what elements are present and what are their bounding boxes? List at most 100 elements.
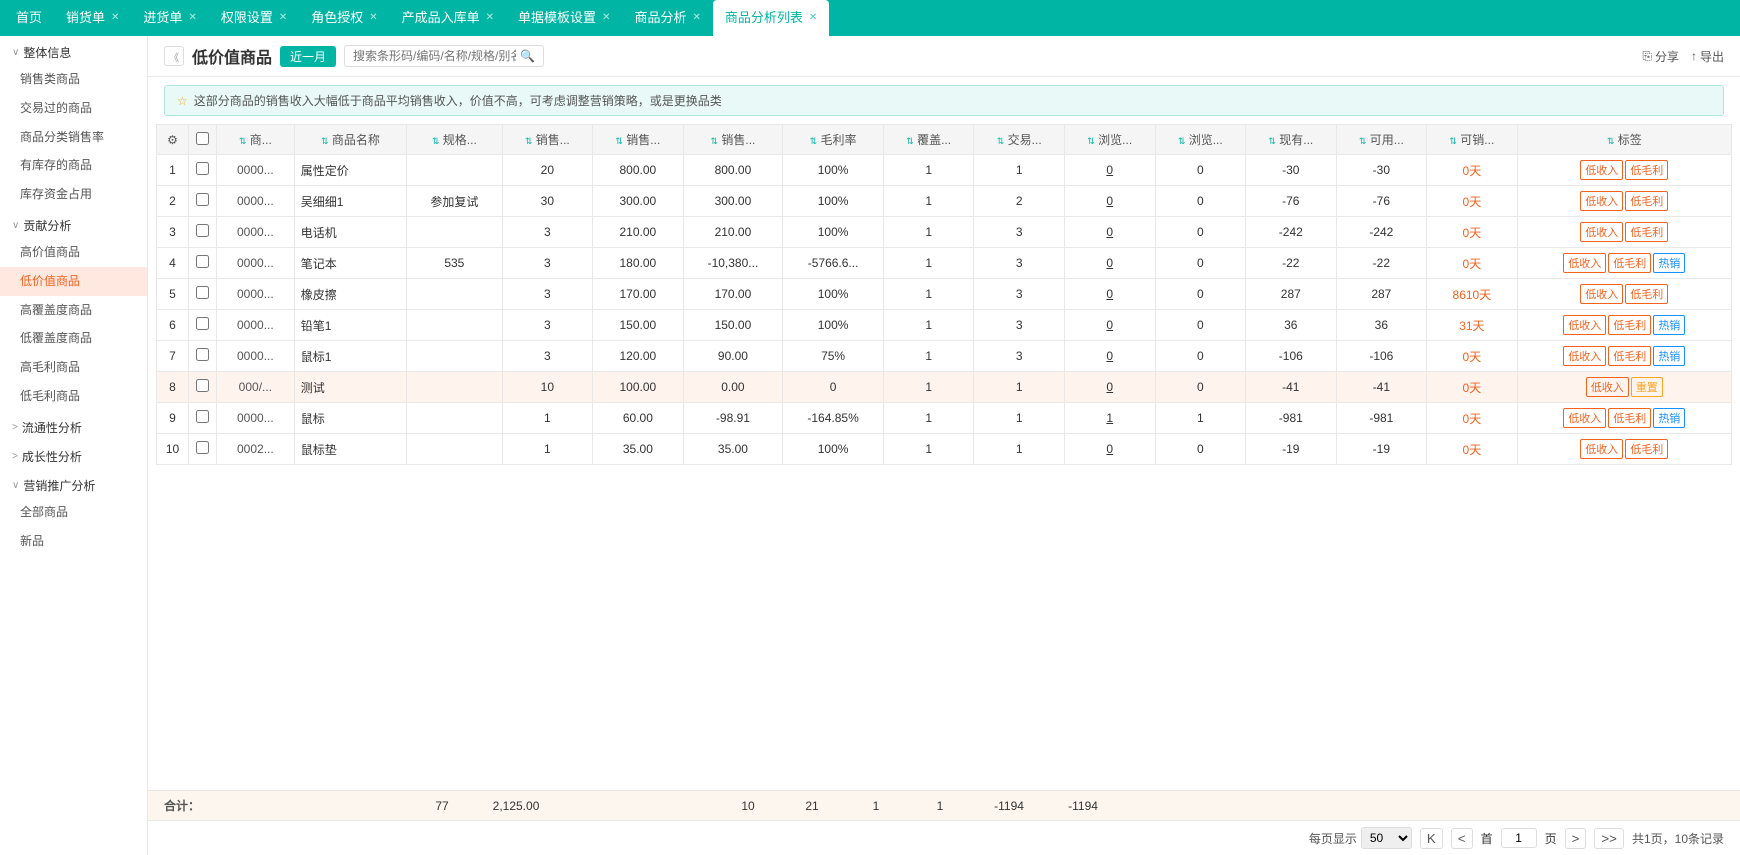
nav-sales[interactable]: 销货单 ✕ [54,0,131,36]
sidebar-item-high-value[interactable]: 高价值商品 [0,238,147,267]
close-icon[interactable]: ✕ [602,0,610,36]
row-checkbox-cell [189,403,217,434]
sidebar-item-high-coverage[interactable]: 高覆盖度商品 [0,296,147,325]
last-page-button[interactable]: >> [1594,828,1624,849]
browse-count1[interactable]: 0 [1064,248,1155,279]
row-checkbox[interactable] [196,317,209,330]
sidebar-item-all-goods[interactable]: 全部商品 [0,498,147,527]
browse-count1[interactable]: 0 [1064,217,1155,248]
row-checkbox[interactable] [196,441,209,454]
product-name: 笔记本 [294,248,406,279]
nav-analysis-list[interactable]: 商品分析列表 ✕ [713,0,829,36]
product-tags: 低收入低毛利 [1517,217,1731,248]
row-checkbox[interactable] [196,348,209,361]
sidebar-group-overall[interactable]: ∨ 整体信息 [0,36,147,65]
sidebar-group-marketing[interactable]: ∨ 营销推广分析 [0,469,147,498]
sort-icon[interactable]: ⇅ [1607,136,1615,146]
checkbox-column-header[interactable] [189,125,217,155]
close-icon[interactable]: ✕ [188,0,196,36]
sort-icon[interactable]: ⇅ [1178,136,1186,146]
sidebar-item-low-margin[interactable]: 低毛利商品 [0,382,147,411]
sort-icon[interactable]: ⇅ [810,136,818,146]
browse-count1[interactable]: 0 [1064,434,1155,465]
close-icon[interactable]: ✕ [279,0,287,36]
first-page-button[interactable]: K [1420,828,1443,849]
sort-icon[interactable]: ⇅ [1449,136,1457,146]
sort-icon[interactable]: ⇅ [525,136,533,146]
row-checkbox[interactable] [196,162,209,175]
margin-rate: 100% [783,279,884,310]
product-code: 000/... [217,372,295,403]
browse-count1[interactable]: 0 [1064,310,1155,341]
nav-role[interactable]: 角色授权 ✕ [299,0,389,36]
row-checkbox[interactable] [196,286,209,299]
nav-purchase[interactable]: 进货单 ✕ [131,0,208,36]
sort-icon[interactable]: ⇅ [906,136,914,146]
header-actions: ⎘ 分享 ↑ 导出 [1642,48,1724,65]
product-tags: 低收入低毛利 [1517,186,1731,217]
sort-icon[interactable]: ⇅ [615,136,623,146]
prev-page-button[interactable]: < [1451,828,1473,849]
row-checkbox[interactable] [196,410,209,423]
sidebar-item-stocked-goods[interactable]: 有库存的商品 [0,151,147,180]
nav-analysis[interactable]: 商品分析 ✕ [622,0,712,36]
tag-badge: 低收入 [1586,377,1629,397]
browse-count1[interactable]: 0 [1064,372,1155,403]
search-input[interactable] [353,49,516,63]
sidebar-item-sales-goods[interactable]: 销售类商品 [0,65,147,94]
sidebar-item-inventory-fund[interactable]: 库存资金占用 [0,180,147,209]
close-icon[interactable]: ✕ [486,0,494,36]
sidebar-item-high-margin[interactable]: 高毛利商品 [0,353,147,382]
sort-icon[interactable]: ⇅ [1359,136,1367,146]
next-page-button[interactable]: > [1565,828,1587,849]
sidebar-group-flow[interactable]: > 流通性分析 [0,411,147,440]
sale1-column-header: ⇅ 销售... [502,125,593,155]
sort-icon[interactable]: ⇅ [321,136,329,146]
stock-days: 0天 [1427,217,1518,248]
sidebar-item-traded-goods[interactable]: 交易过的商品 [0,94,147,123]
nav-warehouse[interactable]: 产成品入库单 ✕ [390,0,506,36]
stock-available: -242 [1336,217,1427,248]
product-name: 鼠标垫 [294,434,406,465]
browse-count1[interactable]: 0 [1064,155,1155,186]
tag-badge: 重置 [1631,377,1663,397]
close-icon[interactable]: ✕ [111,0,119,36]
per-page-select[interactable]: 50 20 100 [1361,827,1412,849]
nav-template[interactable]: 单据模板设置 ✕ [506,0,622,36]
sort-icon[interactable]: ⇅ [1268,136,1276,146]
page-number-input[interactable] [1501,828,1537,848]
browse-count1[interactable]: 0 [1064,279,1155,310]
sort-icon[interactable]: ⇅ [710,136,718,146]
sort-icon[interactable]: ⇅ [1087,136,1095,146]
table-row: 8000/...测试10100.000.0001100-41-410天低收入重置 [157,372,1732,403]
sidebar-item-low-coverage[interactable]: 低覆盖度商品 [0,324,147,353]
row-checkbox[interactable] [196,193,209,206]
collapse-button[interactable]: 《 [164,46,184,66]
close-icon[interactable]: ✕ [369,0,377,36]
row-checkbox[interactable] [196,224,209,237]
row-checkbox[interactable] [196,379,209,392]
stock1-column-header: ⇅ 现有... [1246,125,1337,155]
nav-home[interactable]: 首页 [4,0,54,36]
browse-count1[interactable]: 0 [1064,341,1155,372]
close-icon[interactable]: ✕ [809,0,817,36]
sort-icon[interactable]: ⇅ [239,136,247,146]
sidebar-item-low-value[interactable]: 低价值商品 [0,267,147,296]
share-button[interactable]: ⎘ 分享 [1642,48,1679,65]
select-all-checkbox[interactable] [196,132,209,145]
row-checkbox[interactable] [196,255,209,268]
sidebar-group-contribution[interactable]: ∨ 贡献分析 [0,209,147,238]
sale-profit: 300.00 [683,186,783,217]
close-icon[interactable]: ✕ [692,0,700,36]
sidebar-group-growth[interactable]: > 成长性分析 [0,440,147,469]
sort-icon[interactable]: ⇅ [997,136,1005,146]
browse-count1[interactable]: 1 [1064,403,1155,434]
sort-icon[interactable]: ⇅ [432,136,440,146]
sidebar-item-new-goods[interactable]: 新品 [0,527,147,556]
filter-recent-month[interactable]: 近一月 [280,46,336,67]
nav-permission[interactable]: 权限设置 ✕ [209,0,299,36]
settings-column-header[interactable]: ⚙ [157,125,189,155]
browse-count1[interactable]: 0 [1064,186,1155,217]
sidebar-item-category-sales[interactable]: 商品分类销售率 [0,123,147,152]
export-button[interactable]: ↑ 导出 [1691,48,1724,65]
